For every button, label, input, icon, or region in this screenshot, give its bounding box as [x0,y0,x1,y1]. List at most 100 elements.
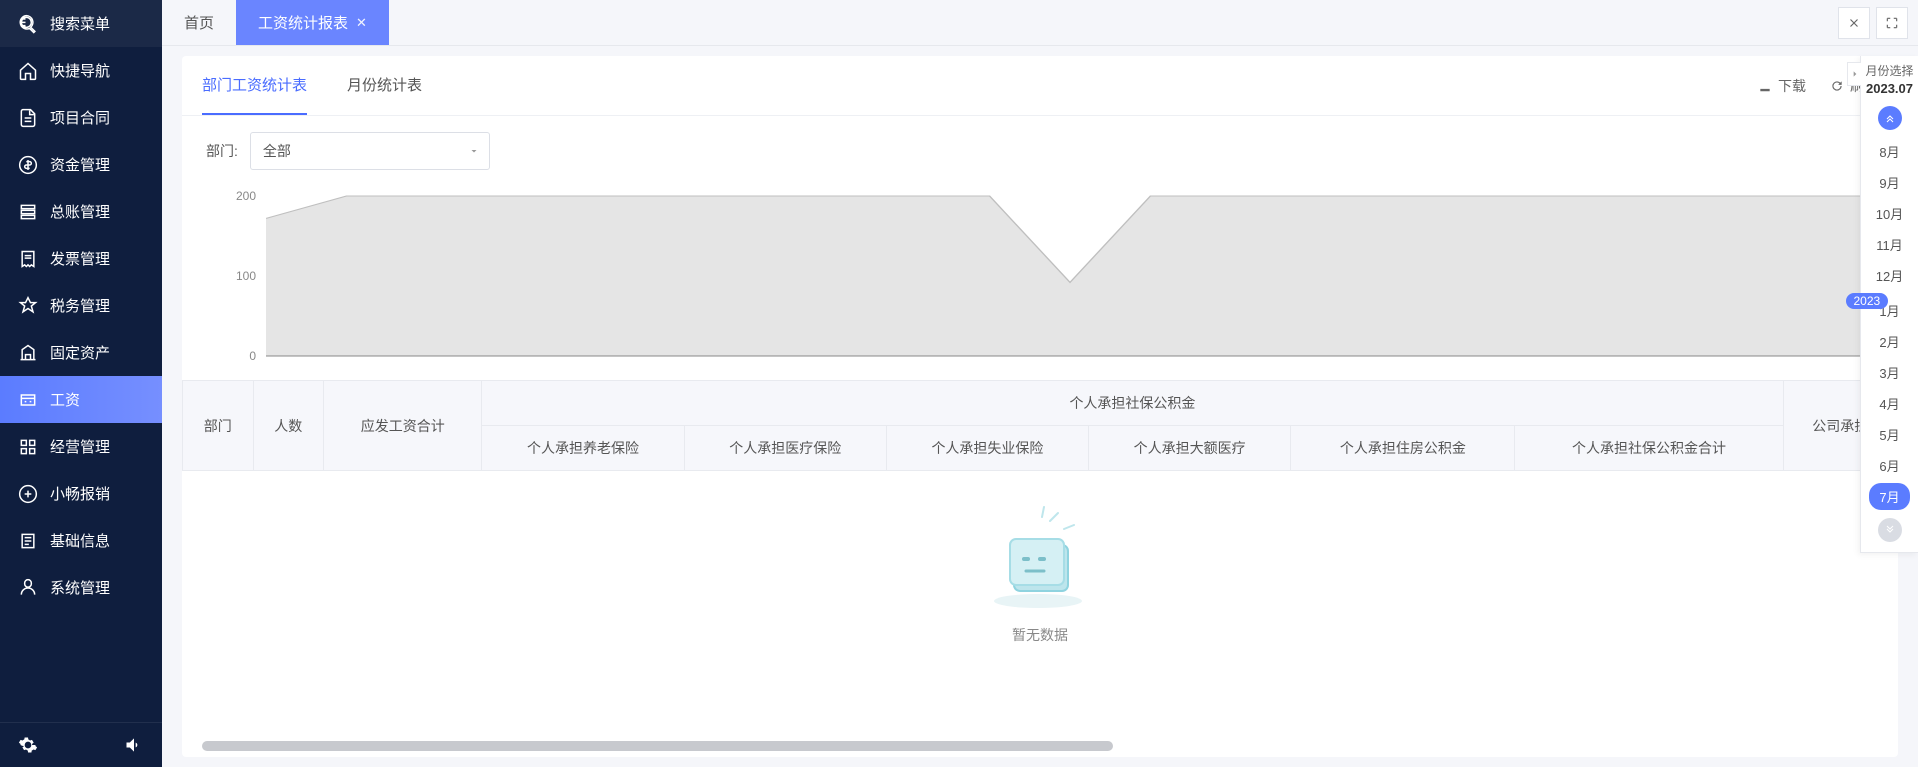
sidebar-item-money[interactable]: 资金管理 [0,141,162,188]
sidebar-item-label: 系统管理 [50,577,110,598]
subtab-1[interactable]: 月份统计表 [347,56,422,115]
col-header: 应发工资合计 [324,381,482,471]
subtabs: 部门工资统计表月份统计表 下载 刷新 [182,56,1898,116]
sidebar-item-label: 工资 [50,389,80,410]
sidebar-item-biz[interactable]: 经营管理 [0,423,162,470]
gear-icon[interactable] [18,735,38,755]
y-tick: 0 [249,349,256,363]
main: 首页 工资统计报表 ✕ 部门工资统计表月份统计表 下载 刷新 [162,0,1918,767]
month-item[interactable]: 8月 [1869,138,1909,165]
department-select[interactable]: 全部 [250,132,490,170]
sound-icon[interactable] [124,735,144,755]
col-group-header: 个人承担社保公积金 [482,381,1783,426]
y-tick: 200 [236,189,256,203]
month-list: 8月9月10月11月12月20231月2月3月4月5月6月7月 [1866,132,1913,516]
month-item[interactable]: 9月 [1869,169,1909,196]
col-subheader: 个人承担失业保险 [886,426,1088,471]
info-icon [18,531,38,551]
chart: 0100200 [206,186,1874,366]
col-subheader: 个人承担养老保险 [482,426,684,471]
download-button[interactable]: 下载 [1758,76,1806,96]
sidebar-item-tax[interactable]: 税务管理 [0,282,162,329]
col-header: 人数 [253,381,324,471]
year-badge: 2023 [1846,293,1889,309]
sidebar-item-sys[interactable]: 系统管理 [0,564,162,611]
close-icon[interactable]: ✕ [356,15,367,31]
month-item[interactable]: 2月 [1869,328,1909,355]
download-label: 下载 [1778,76,1806,96]
chart-wrap: 0100200 [182,186,1898,376]
month-item[interactable]: 11月 [1866,231,1913,258]
sidebar-items: 搜索菜单快捷导航项目合同资金管理总账管理发票管理税务管理固定资产工资经营管理小畅… [0,0,162,722]
sidebar-item-label: 快捷导航 [50,60,110,81]
month-scroll-down-button[interactable] [1878,518,1902,542]
chevron-up-double-icon [1884,112,1896,124]
sidebar-item-label: 基础信息 [50,530,110,551]
table-empty: 暂无数据 [182,471,1898,685]
subtab-0[interactable]: 部门工资统计表 [202,56,307,115]
sidebar-item-invoice[interactable]: 发票管理 [0,235,162,282]
sidebar-item-label: 发票管理 [50,248,110,269]
col-subheader: 个人承担住房公积金 [1291,426,1515,471]
col-subheader: 个人承担大额医疗 [1089,426,1291,471]
tab-label: 首页 [184,12,214,33]
sidebar-item-label: 经营管理 [50,436,110,457]
empty-illustration [980,501,1100,611]
tab-label: 工资统计报表 [258,12,348,33]
col-subheader: 个人承担社保公积金合计 [1515,426,1783,471]
month-panel-collapse-button[interactable] [1847,62,1861,86]
sidebar-item-expense[interactable]: 小畅报销 [0,470,162,517]
department-select-value: 全部 [250,132,490,170]
download-icon [1758,79,1772,93]
tabbar-actions [1838,0,1918,45]
tab-1[interactable]: 工资统计报表 ✕ [236,0,389,45]
month-item[interactable]: 10月 [1866,200,1913,227]
invoice-icon [18,249,38,269]
empty-text: 暂无数据 [182,625,1898,645]
sidebar-item-label: 项目合同 [50,107,110,128]
month-scroll-up-button[interactable] [1878,106,1902,130]
sidebar-item-asset[interactable]: 固定资产 [0,329,162,376]
sidebar-item-doc[interactable]: 项目合同 [0,94,162,141]
month-item[interactable]: 7月 [1869,483,1909,510]
month-item[interactable]: 12月 [1866,262,1913,289]
month-item[interactable]: 5月 [1869,421,1909,448]
scrollbar-thumb[interactable] [202,741,1113,751]
asset-icon [18,343,38,363]
sidebar-item-label: 资金管理 [50,154,110,175]
sidebar-item-label: 固定资产 [50,342,110,363]
chart-plot [266,186,1874,366]
tabbar: 首页 工资统计报表 ✕ [162,0,1918,46]
col-header: 部门 [183,381,254,471]
month-picker-panel: 月份选择 2023.07 8月9月10月11月12月20231月2月3月4月5月… [1860,56,1918,553]
month-picker-current: 2023.07 [1866,81,1913,104]
chevron-right-icon [1851,70,1859,78]
chevron-down-double-icon [1884,524,1896,536]
y-axis: 0100200 [206,186,266,366]
sidebar-item-label: 小畅报销 [50,483,110,504]
sidebar-item-search[interactable]: 搜索菜单 [0,0,162,47]
sidebar-item-home[interactable]: 快捷导航 [0,47,162,94]
ledger-icon [18,202,38,222]
month-item[interactable]: 3月 [1869,359,1909,386]
refresh-icon [1830,79,1844,93]
chart-area [266,196,1874,356]
sidebar-item-label: 总账管理 [50,201,110,222]
chevron-down-icon [468,145,480,157]
fullscreen-button[interactable] [1876,7,1908,39]
month-picker-title: 月份选择 [1861,56,1917,81]
sidebar-item-salary[interactable]: 工资 [0,376,162,423]
close-all-tabs-button[interactable] [1838,7,1870,39]
sidebar-item-info[interactable]: 基础信息 [0,517,162,564]
horizontal-scrollbar[interactable] [202,741,1858,751]
tab-0[interactable]: 首页 [162,0,236,45]
sidebar: 搜索菜单快捷导航项目合同资金管理总账管理发票管理税务管理固定资产工资经营管理小畅… [0,0,162,767]
search-icon [18,14,38,34]
sys-icon [18,578,38,598]
month-item[interactable]: 6月 [1869,452,1909,479]
month-item[interactable]: 4月 [1869,390,1909,417]
sidebar-item-ledger[interactable]: 总账管理 [0,188,162,235]
filter-row: 部门: 全部 [182,116,1898,186]
sidebar-footer [0,722,162,767]
salary-table: 部门人数应发工资合计个人承担社保公积金公司承担个人承担养老保险个人承担医疗保险个… [182,380,1898,471]
